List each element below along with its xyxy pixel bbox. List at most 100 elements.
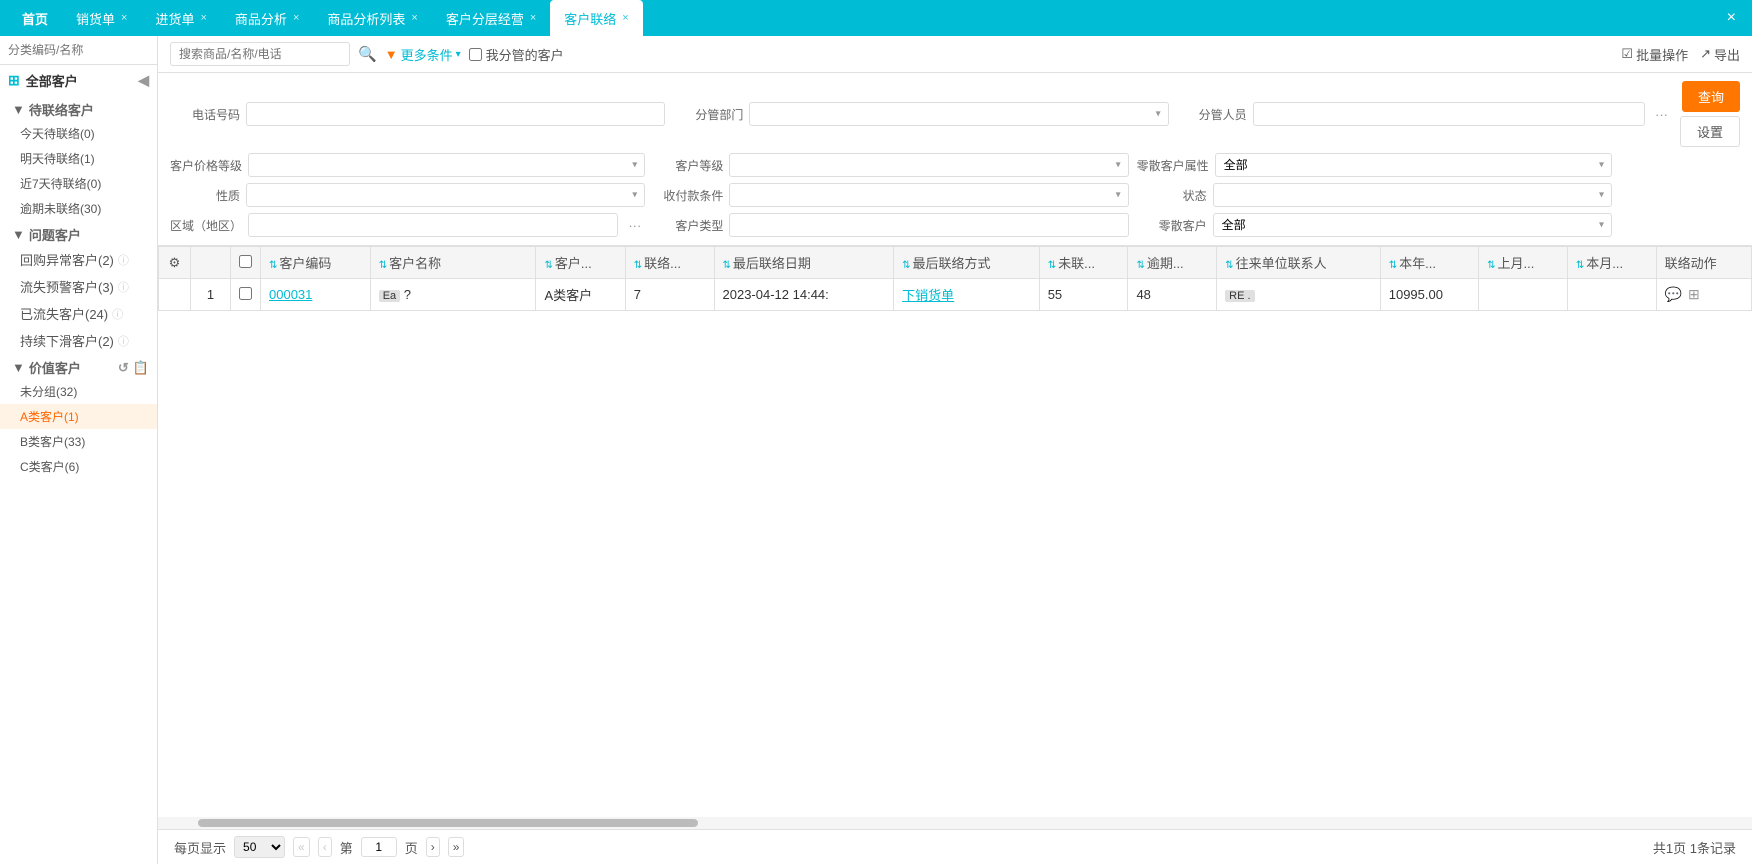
col-last-month[interactable]: ⇅上月...: [1479, 247, 1568, 279]
table-scroll-wrapper[interactable]: ⚙ ⇅客户编码 ⇅客户名称 ⇅客户... ⇅联络... ⇅最后联络日期 ⇅最后联…: [158, 246, 1752, 817]
sidebar-item-repurchase-abnormal[interactable]: 回购异常客户(2) ⓘ: [0, 246, 157, 273]
sidebar-item-tomorrow-pending[interactable]: 明天待联络(1): [0, 146, 157, 171]
query-button[interactable]: 查询: [1682, 81, 1740, 112]
phone-input[interactable]: [246, 102, 665, 126]
filter-field-customer-grade: 客户等级 ▾: [653, 153, 1128, 177]
nav-tab-home[interactable]: 首页: [8, 0, 62, 36]
customer-code-link[interactable]: 000031: [269, 287, 312, 302]
retail-attr-label: 零散客户属性: [1137, 157, 1209, 174]
region-input[interactable]: [248, 213, 618, 237]
nav-tab-customer-contact[interactable]: 客户联络 ×: [550, 0, 642, 36]
filter-field-retail-attr: 零散客户属性 全部 ▾: [1137, 153, 1612, 177]
col-name[interactable]: ⇅客户名称: [370, 247, 536, 279]
filter-row-3: 性质 ▾ 收付款条件 ▾ 状态: [170, 183, 1740, 207]
retail-attr-select[interactable]: 全部: [1215, 153, 1612, 177]
qrcode-icon[interactable]: ⊞: [1688, 286, 1700, 303]
sidebar-item-class-c[interactable]: C类客户(6): [0, 454, 157, 479]
nav-tab-sales-close[interactable]: ×: [121, 12, 127, 24]
top-nav: 首页 销货单 × 进货单 × 商品分析 × 商品分析列表 × 客户分层经营 × …: [0, 0, 1752, 36]
my-customers-checkbox[interactable]: [469, 48, 482, 61]
nav-tab-purchase-close[interactable]: ×: [200, 12, 206, 24]
manager-input[interactable]: [1253, 102, 1645, 126]
nav-tab-sales[interactable]: 销货单 ×: [62, 0, 141, 36]
row-checkbox[interactable]: [239, 287, 252, 300]
sidebar-item-overdue-pending[interactable]: 逾期未联络(30): [0, 196, 157, 221]
sidebar-item-churn-warning[interactable]: 流失预警客户(3) ⓘ: [0, 273, 157, 300]
cell-contacts: 7: [625, 279, 714, 311]
col-contacts[interactable]: ⇅联络...: [625, 247, 714, 279]
nav-tab-customer-layer[interactable]: 客户分层经营 ×: [432, 0, 550, 36]
select-all-checkbox[interactable]: [239, 255, 252, 268]
contact-method-link[interactable]: 下销货单: [902, 288, 954, 303]
prev-page-button[interactable]: ‹: [318, 837, 332, 857]
first-page-button[interactable]: «: [293, 837, 310, 857]
cell-last-contact-method[interactable]: 下销货单: [894, 279, 1040, 311]
close-all-button[interactable]: ×: [1719, 9, 1744, 27]
page-size-select[interactable]: 50 100 200: [234, 836, 285, 858]
settings-button[interactable]: 设置: [1680, 116, 1740, 147]
export-icon: ↗: [1700, 46, 1711, 62]
sidebar-item-today-pending[interactable]: 今天待联络(0): [0, 121, 157, 146]
col-code[interactable]: ⇅客户编码: [261, 247, 371, 279]
col-last-contact-method[interactable]: ⇅最后联络方式: [894, 247, 1040, 279]
chat-icon[interactable]: 💬: [1665, 286, 1682, 303]
nav-tab-analysis[interactable]: 商品分析 ×: [221, 0, 313, 36]
col-this-year[interactable]: ⇅本年...: [1380, 247, 1478, 279]
pagination-bar: 每页显示 50 100 200 « ‹ 第 页 › » 共1页 1条记录: [158, 829, 1752, 864]
value-group-settings-icon[interactable]: 📋: [133, 360, 149, 376]
col-settings[interactable]: ⚙: [159, 247, 191, 279]
sidebar-item-declining[interactable]: 持续下滑客户(2) ⓘ: [0, 327, 157, 354]
filter-bar: 🔍 ▼ 更多条件 ▾ 我分管的客户 ☑ 批量操作 ↗ 导出: [158, 36, 1752, 73]
last-page-button[interactable]: »: [448, 837, 465, 857]
dept-select[interactable]: [749, 102, 1168, 126]
my-customers-checkbox-label[interactable]: 我分管的客户: [469, 45, 564, 64]
sidebar-item-ungrouped[interactable]: 未分组(32): [0, 379, 157, 404]
sidebar-item-class-a[interactable]: A类客户(1): [0, 404, 157, 429]
col-this-month[interactable]: ⇅本月...: [1567, 247, 1656, 279]
sidebar-group-value[interactable]: ▼ 价值客户 ↺ 📋: [0, 354, 157, 379]
sidebar-group-pending[interactable]: ▼ 待联络客户: [0, 96, 157, 121]
customer-grade-select[interactable]: [729, 153, 1128, 177]
sidebar-item-class-b[interactable]: B类客户(33): [0, 429, 157, 454]
nav-tab-analysis-list-close[interactable]: ×: [411, 12, 417, 24]
nav-tab-customer-layer-close[interactable]: ×: [530, 12, 536, 24]
retail-select[interactable]: 全部: [1213, 213, 1612, 237]
price-grade-label: 客户价格等级: [170, 157, 242, 174]
col-last-contact-date[interactable]: ⇅最后联络日期: [714, 247, 894, 279]
cell-overdue: 48: [1128, 279, 1217, 311]
col-no-contact[interactable]: ⇅未联...: [1039, 247, 1128, 279]
payment-select[interactable]: [729, 183, 1128, 207]
region-more-btn[interactable]: ···: [624, 218, 645, 233]
filter-search-input[interactable]: [170, 42, 350, 66]
scrollbar-thumb[interactable]: [198, 819, 698, 827]
page-input[interactable]: [361, 837, 397, 857]
nav-tab-purchase[interactable]: 进货单 ×: [141, 0, 220, 36]
nav-tab-analysis-list[interactable]: 商品分析列表 ×: [313, 0, 431, 36]
sidebar-item-churned[interactable]: 已流失客户(24) ⓘ: [0, 300, 157, 327]
value-group-refresh-icon[interactable]: ↺: [118, 360, 129, 376]
col-grade[interactable]: ⇅客户...: [536, 247, 625, 279]
nav-tab-home-label: 首页: [22, 9, 48, 28]
sidebar-group-problem[interactable]: ▼ 问题客户: [0, 221, 157, 246]
bottom-scrollbar[interactable]: [158, 817, 1752, 829]
batch-operations-button[interactable]: ☑ 批量操作: [1621, 45, 1688, 64]
col-company-contacts[interactable]: ⇅往来单位联系人: [1217, 247, 1381, 279]
nature-select[interactable]: [246, 183, 645, 207]
col-overdue[interactable]: ⇅逾期...: [1128, 247, 1217, 279]
export-button[interactable]: ↗ 导出: [1700, 45, 1740, 64]
sidebar-search-input[interactable]: [8, 43, 158, 57]
manager-more-btn[interactable]: ···: [1651, 107, 1672, 122]
filter-search-button[interactable]: 🔍: [358, 45, 377, 63]
sidebar-all-customers[interactable]: ⊞ 全部客户 ◀: [0, 65, 157, 96]
sidebar-item-7days-pending[interactable]: 近7天待联络(0): [0, 171, 157, 196]
pagination-total-info: 共1页 1条记录: [1653, 838, 1736, 857]
price-grade-select[interactable]: [248, 153, 645, 177]
nav-tab-customer-contact-close[interactable]: ×: [622, 12, 628, 24]
sidebar-collapse-btn[interactable]: ◀: [138, 72, 149, 89]
nav-tab-analysis-close[interactable]: ×: [293, 12, 299, 24]
status-select[interactable]: [1213, 183, 1612, 207]
filter-more-conditions-button[interactable]: ▼ 更多条件 ▾: [385, 45, 461, 64]
customer-type-input[interactable]: [729, 213, 1128, 237]
next-page-button[interactable]: ›: [426, 837, 440, 857]
cell-code[interactable]: 000031: [261, 279, 371, 311]
